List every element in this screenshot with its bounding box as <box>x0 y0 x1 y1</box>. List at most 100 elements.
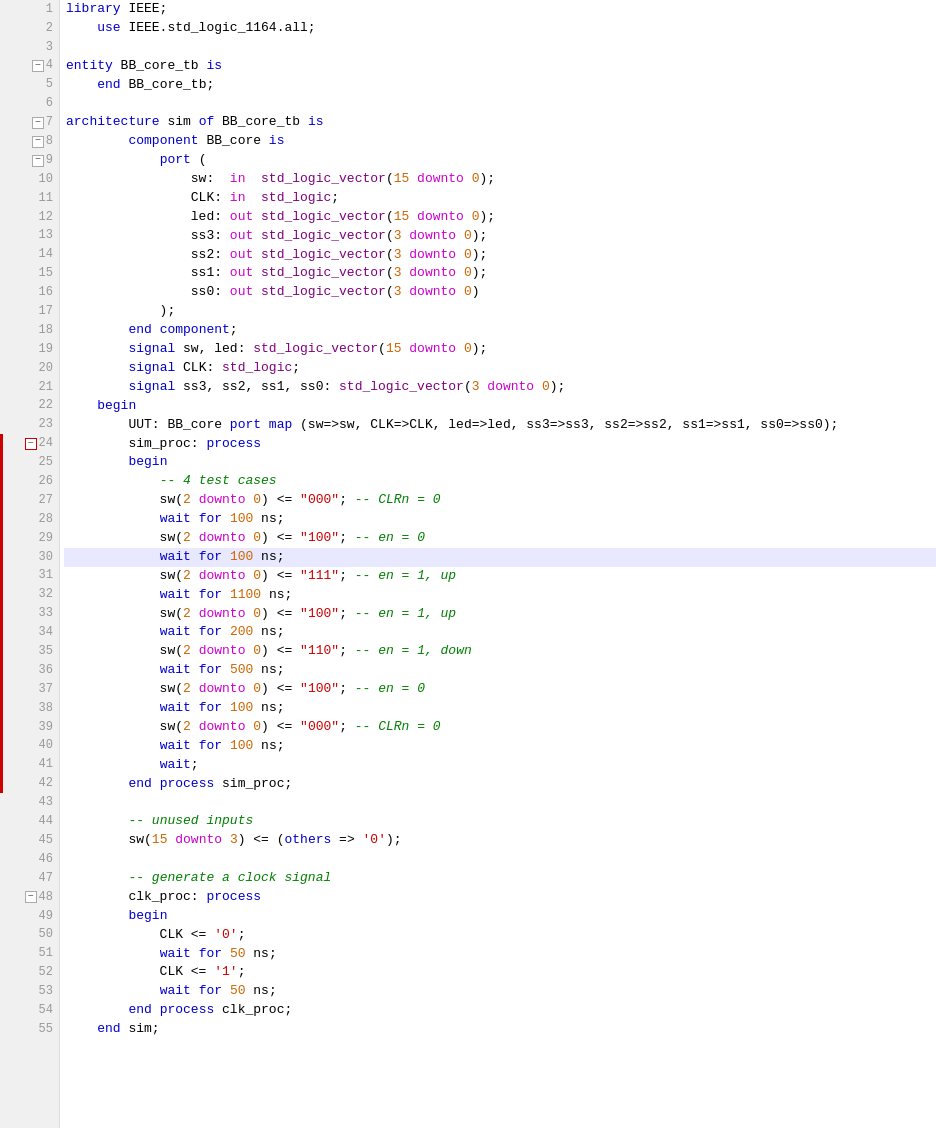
code-line-10: sw: in std_logic_vector(15 downto 0); <box>64 170 936 189</box>
gutter-line-28: 28 <box>0 510 59 529</box>
fold-icon-9[interactable]: − <box>32 155 44 167</box>
code-line-27: sw(2 downto 0) <= "000"; -- CLRn = 0 <box>64 491 936 510</box>
code-line-51: wait for 50 ns; <box>64 945 936 964</box>
gutter-line-36: 36 <box>0 661 59 680</box>
gutter-line-51: 51 <box>0 945 59 964</box>
gutter-line-15: 15 <box>0 264 59 283</box>
gutter-line-24[interactable]: −24 <box>0 434 59 453</box>
gutter-line-27: 27 <box>0 491 59 510</box>
gutter-line-14: 14 <box>0 246 59 265</box>
gutter-line-44: 44 <box>0 812 59 831</box>
code-line-25: begin <box>64 453 936 472</box>
gutter-line-50: 50 <box>0 926 59 945</box>
line-numbers: 1 2 3 −4 5 6 −7 −8 −9 10 11 12 13 14 15 … <box>0 0 60 1128</box>
code-line-17: ); <box>64 302 936 321</box>
gutter-line-22: 22 <box>0 397 59 416</box>
gutter-line-18: 18 <box>0 321 59 340</box>
code-line-18: end component; <box>64 321 936 340</box>
gutter-line-47: 47 <box>0 869 59 888</box>
code-line-3 <box>64 38 936 57</box>
code-line-47: -- generate a clock signal <box>64 869 936 888</box>
gutter-line-32: 32 <box>0 586 59 605</box>
gutter-line-19: 19 <box>0 340 59 359</box>
gutter-line-46: 46 <box>0 850 59 869</box>
gutter-line-13: 13 <box>0 227 59 246</box>
gutter-line-23: 23 <box>0 416 59 435</box>
gutter-line-34: 34 <box>0 623 59 642</box>
code-line-29: sw(2 downto 0) <= "100"; -- en = 0 <box>64 529 936 548</box>
code-line-2: use IEEE.std_logic_1164.all; <box>64 19 936 38</box>
code-line-24: sim_proc: process <box>64 434 936 453</box>
fold-icon-48[interactable]: − <box>25 891 37 903</box>
gutter-line-7[interactable]: −7 <box>0 113 59 132</box>
gutter-line-9[interactable]: −9 <box>0 151 59 170</box>
code-line-53: wait for 50 ns; <box>64 982 936 1001</box>
code-line-40: wait for 100 ns; <box>64 737 936 756</box>
code-line-44: -- unused inputs <box>64 812 936 831</box>
code-line-42: end process sim_proc; <box>64 775 936 794</box>
code-line-32: wait for 1100 ns; <box>64 586 936 605</box>
gutter-line-37: 37 <box>0 680 59 699</box>
code-line-49: begin <box>64 907 936 926</box>
code-line-23: UUT: BB_core port map (sw=>sw, CLK=>CLK,… <box>64 416 936 435</box>
gutter-line-52: 52 <box>0 963 59 982</box>
code-line-55: end sim; <box>64 1020 936 1039</box>
code-line-41: wait; <box>64 756 936 775</box>
code-line-5: end BB_core_tb; <box>64 76 936 95</box>
code-line-21: signal ss3, ss2, ss1, ss0: std_logic_vec… <box>64 378 936 397</box>
code-line-20: signal CLK: std_logic; <box>64 359 936 378</box>
code-line-13: ss3: out std_logic_vector(3 downto 0); <box>64 227 936 246</box>
gutter-line-54: 54 <box>0 1001 59 1020</box>
gutter-line-48[interactable]: −48 <box>0 888 59 907</box>
code-line-46 <box>64 850 936 869</box>
gutter-line-26: 26 <box>0 472 59 491</box>
code-line-43 <box>64 793 936 812</box>
code-line-28: wait for 100 ns; <box>64 510 936 529</box>
code-content[interactable]: library IEEE; use IEEE.std_logic_1164.al… <box>60 0 936 1128</box>
gutter-line-21: 21 <box>0 378 59 397</box>
gutter-line-11: 11 <box>0 189 59 208</box>
code-line-9: port ( <box>64 151 936 170</box>
code-line-22: begin <box>64 397 936 416</box>
gutter-line-17: 17 <box>0 302 59 321</box>
gutter-line-35: 35 <box>0 642 59 661</box>
gutter-line-1: 1 <box>0 0 59 19</box>
code-line-8: component BB_core is <box>64 132 936 151</box>
gutter-line-42: 42 <box>0 775 59 794</box>
gutter-line-43: 43 <box>0 793 59 812</box>
code-line-11: CLK: in std_logic; <box>64 189 936 208</box>
fold-icon-24[interactable]: − <box>25 438 37 450</box>
gutter-line-30: 30 <box>0 548 59 567</box>
code-line-16: ss0: out std_logic_vector(3 downto 0) <box>64 283 936 302</box>
code-line-14: ss2: out std_logic_vector(3 downto 0); <box>64 246 936 265</box>
code-line-34: wait for 200 ns; <box>64 623 936 642</box>
gutter-line-33: 33 <box>0 605 59 624</box>
fold-icon-4[interactable]: − <box>32 60 44 72</box>
gutter-line-31: 31 <box>0 567 59 586</box>
code-line-4: entity BB_core_tb is <box>64 57 936 76</box>
gutter-line-8[interactable]: −8 <box>0 132 59 151</box>
gutter-line-29: 29 <box>0 529 59 548</box>
code-line-38: wait for 100 ns; <box>64 699 936 718</box>
gutter-line-5: 5 <box>0 76 59 95</box>
code-line-33: sw(2 downto 0) <= "100"; -- en = 1, up <box>64 605 936 624</box>
fold-icon-7[interactable]: − <box>32 117 44 129</box>
gutter-line-20: 20 <box>0 359 59 378</box>
gutter-line-45: 45 <box>0 831 59 850</box>
code-line-48: clk_proc: process <box>64 888 936 907</box>
code-line-54: end process clk_proc; <box>64 1001 936 1020</box>
code-line-7: architecture sim of BB_core_tb is <box>64 113 936 132</box>
code-line-45: sw(15 downto 3) <= (others => '0'); <box>64 831 936 850</box>
code-line-31: sw(2 downto 0) <= "111"; -- en = 1, up <box>64 567 936 586</box>
fold-icon-8[interactable]: − <box>32 136 44 148</box>
gutter-line-4[interactable]: −4 <box>0 57 59 76</box>
code-line-15: ss1: out std_logic_vector(3 downto 0); <box>64 264 936 283</box>
code-editor: 1 2 3 −4 5 6 −7 −8 −9 10 11 12 13 14 15 … <box>0 0 936 1128</box>
code-line-36: wait for 500 ns; <box>64 661 936 680</box>
gutter-line-49: 49 <box>0 907 59 926</box>
gutter-line-39: 39 <box>0 718 59 737</box>
code-line-52: CLK <= '1'; <box>64 963 936 982</box>
gutter-line-16: 16 <box>0 283 59 302</box>
code-line-12: led: out std_logic_vector(15 downto 0); <box>64 208 936 227</box>
gutter-line-3: 3 <box>0 38 59 57</box>
